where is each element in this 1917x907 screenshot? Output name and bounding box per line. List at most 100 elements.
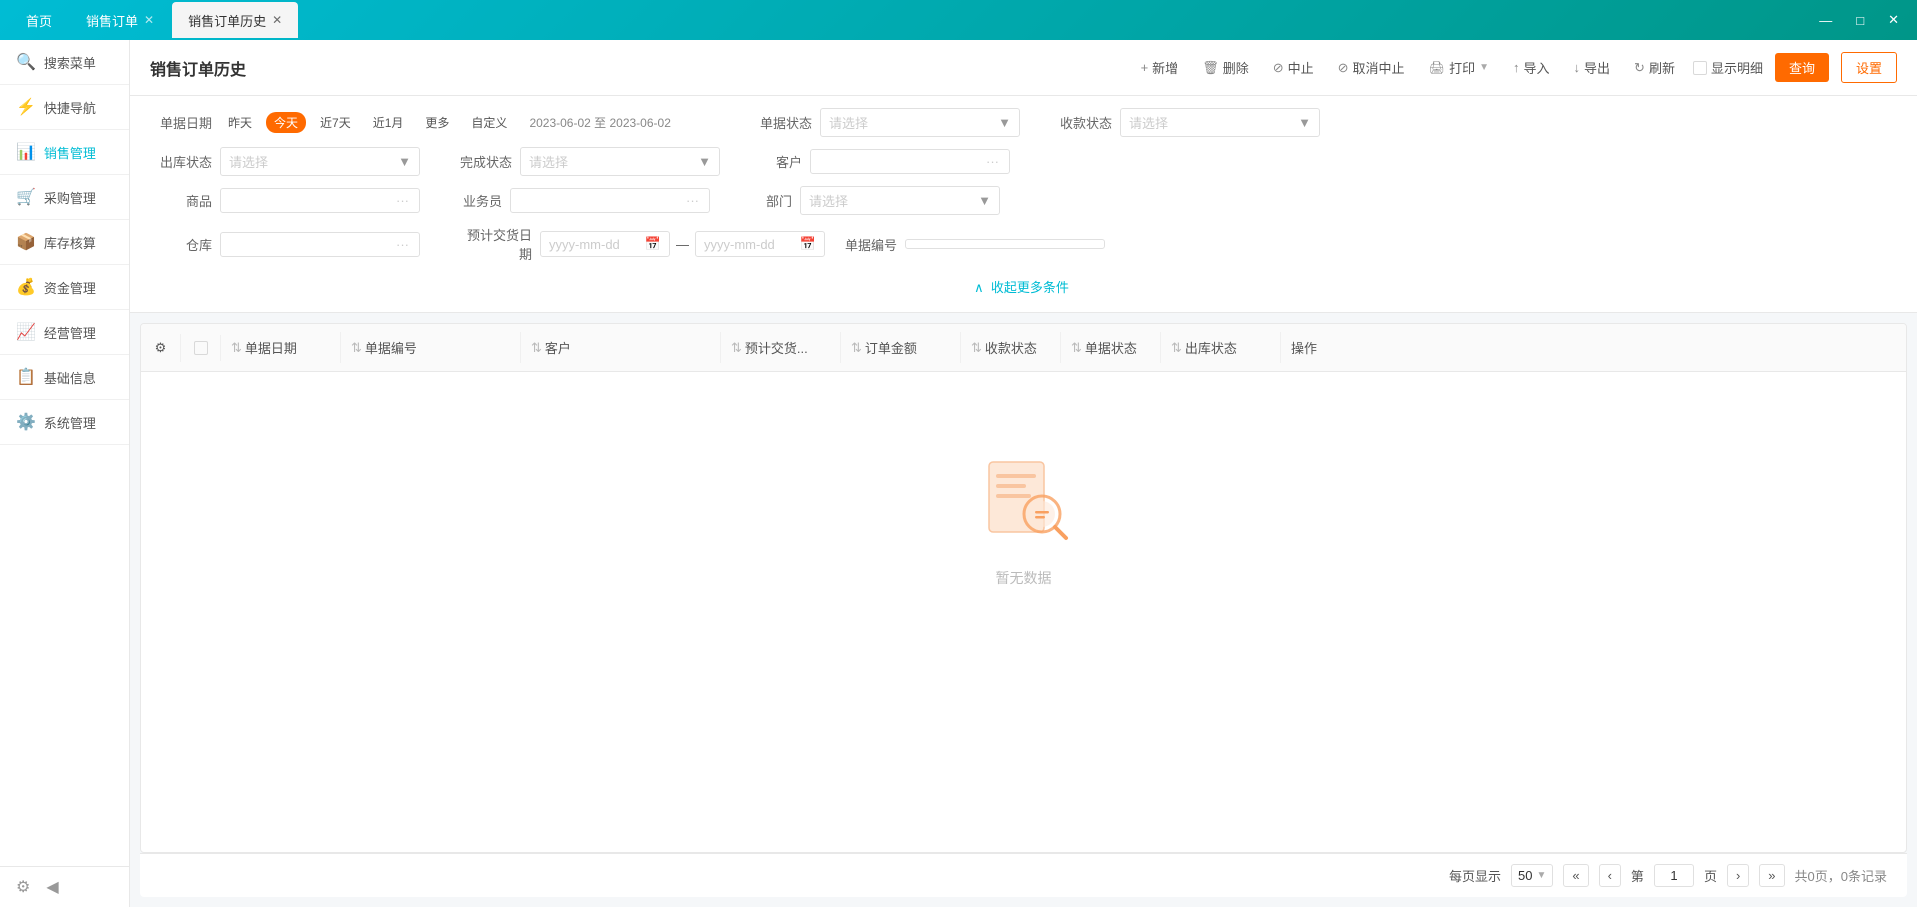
close-icon[interactable]: ✕ xyxy=(144,13,154,27)
tab-sales-order[interactable]: 销售订单 ✕ xyxy=(70,2,170,38)
collapse-icon[interactable]: ◀ xyxy=(46,877,58,897)
tab-home[interactable]: 首页 xyxy=(10,2,68,38)
import-button[interactable]: ↑ 导入 xyxy=(1507,54,1556,81)
sidebar-item-search[interactable]: 🔍 搜索菜单 xyxy=(0,40,129,85)
settings-icon: ⚙ xyxy=(155,340,167,356)
minimize-icon[interactable]: — xyxy=(1811,9,1840,32)
th-number[interactable]: ⇅ 单据编号 xyxy=(341,332,521,363)
pagination-bar: 每页显示 50 ▼ « ‹ 第 页 › » 共0页，0条记录 xyxy=(140,853,1907,897)
complete-status-label: 完成状态 xyxy=(460,152,520,171)
shortcut-yesterday[interactable]: 昨天 xyxy=(220,112,260,133)
sidebar-item-basic-info[interactable]: 📋 基础信息 xyxy=(0,355,129,400)
setting-button[interactable]: 设置 xyxy=(1841,52,1897,83)
settings-icon[interactable]: ⚙ xyxy=(16,877,30,897)
th-check[interactable] xyxy=(181,335,221,361)
refresh-button[interactable]: ↻ 刷新 xyxy=(1628,54,1681,81)
sidebar-item-purchase[interactable]: 🛒 采购管理 xyxy=(0,175,129,220)
customer-label: 客户 xyxy=(760,152,810,171)
chevron-down-icon: ▼ xyxy=(998,115,1011,130)
warehouse-label: 仓库 xyxy=(150,235,220,254)
th-amount[interactable]: ⇅ 订单金额 xyxy=(841,332,961,363)
delivery-date-from[interactable]: yyyy-mm-dd 📅 xyxy=(540,231,670,257)
shortcut-more[interactable]: 更多 xyxy=(417,112,457,133)
import-icon: ↑ xyxy=(1513,60,1520,75)
date-range-display: 2023-06-02 至 2023-06-02 xyxy=(529,114,670,131)
print-button[interactable]: 🖨 打印 ▼ xyxy=(1423,54,1495,81)
goods-label: 商品 xyxy=(150,191,220,210)
department-select[interactable]: 请选择 ▼ xyxy=(800,186,1000,215)
sidebar-item-finance[interactable]: 💰 资金管理 xyxy=(0,265,129,310)
sort-icon: ⇅ xyxy=(531,340,542,356)
complete-status-select[interactable]: 请选择 ▼ xyxy=(520,147,720,176)
th-action: 操作 xyxy=(1281,332,1906,363)
th-customer[interactable]: ⇅ 客户 xyxy=(521,332,721,363)
shortcut-7days[interactable]: 近7天 xyxy=(312,112,359,133)
collapse-bar[interactable]: ∧ 收起更多条件 xyxy=(150,273,1897,300)
select-all-checkbox[interactable] xyxy=(194,341,208,355)
sidebar: 🔍 搜索菜单 ⚡ 快捷导航 📊 销售管理 🛒 采购管理 📦 库存核算 💰 资金管… xyxy=(0,40,130,907)
total-text: 共0页，0条记录 xyxy=(1795,866,1887,885)
top-bar: 首页 销售订单 ✕ 销售订单历史 ✕ — □ ✕ xyxy=(0,0,1917,40)
th-settings[interactable]: ⚙ xyxy=(141,334,181,362)
first-page-button[interactable]: « xyxy=(1563,864,1588,887)
next-page-button[interactable]: › xyxy=(1727,864,1749,887)
delete-icon: 🗑 xyxy=(1202,60,1219,76)
sidebar-item-quicknav[interactable]: ⚡ 快捷导航 xyxy=(0,85,129,130)
calendar-icon[interactable]: 📅 xyxy=(800,236,816,252)
shortcut-1month[interactable]: 近1月 xyxy=(365,112,412,133)
filter-row-1: 单据日期 昨天 今天 近7天 近1月 更多 自定义 2023-06-02 至 2… xyxy=(150,108,1897,137)
calendar-icon[interactable]: 📅 xyxy=(645,236,661,252)
th-status[interactable]: ⇅ 单据状态 xyxy=(1061,332,1161,363)
chevron-down-icon: ▼ xyxy=(1298,115,1311,130)
display-checkbox[interactable] xyxy=(1693,61,1707,75)
cancel-stop-button[interactable]: ⊘ 取消中止 xyxy=(1332,54,1411,81)
outbound-status-label: 出库状态 xyxy=(150,152,220,171)
shortcut-today[interactable]: 今天 xyxy=(266,112,306,133)
add-button[interactable]: + 新增 xyxy=(1135,54,1185,81)
stop-button[interactable]: ⊘ 中止 xyxy=(1267,54,1320,81)
doc-status-label: 单据状态 xyxy=(760,113,820,132)
tab-bar: 首页 销售订单 ✕ 销售订单历史 ✕ xyxy=(10,2,1811,38)
cancel-stop-icon: ⊘ xyxy=(1338,60,1349,76)
salesperson-input[interactable]: ··· xyxy=(510,188,710,213)
th-delivery[interactable]: ⇅ 预计交货... xyxy=(721,332,841,363)
th-outbound[interactable]: ⇅ 出库状态 xyxy=(1161,332,1281,363)
payment-status-select[interactable]: 请选择 ▼ xyxy=(1120,108,1320,137)
th-date[interactable]: ⇅ 单据日期 xyxy=(221,332,341,363)
prev-page-button[interactable]: ‹ xyxy=(1599,864,1621,887)
last-page-button[interactable]: » xyxy=(1759,864,1784,887)
box-icon: 📦 xyxy=(16,232,36,252)
main-layout: 🔍 搜索菜单 ⚡ 快捷导航 📊 销售管理 🛒 采购管理 📦 库存核算 💰 资金管… xyxy=(0,40,1917,907)
query-button[interactable]: 查询 xyxy=(1775,53,1829,82)
close-window-icon[interactable]: ✕ xyxy=(1880,8,1907,32)
page-number-input[interactable] xyxy=(1654,864,1694,887)
goods-input[interactable]: ··· xyxy=(220,188,420,213)
empty-text: 暂无数据 xyxy=(996,568,1052,588)
filter-area: 单据日期 昨天 今天 近7天 近1月 更多 自定义 2023-06-02 至 2… xyxy=(130,96,1917,313)
doc-number-input[interactable] xyxy=(905,239,1105,249)
th-payment[interactable]: ⇅ 收款状态 xyxy=(961,332,1061,363)
sort-icon: ⇅ xyxy=(731,340,742,356)
warehouse-input[interactable]: ··· xyxy=(220,232,420,257)
sidebar-item-operations[interactable]: 📈 经营管理 xyxy=(0,310,129,355)
delivery-date-to[interactable]: yyyy-mm-dd 📅 xyxy=(695,231,825,257)
maximize-icon[interactable]: □ xyxy=(1848,9,1872,32)
money-icon: 💰 xyxy=(16,277,36,297)
date-shortcuts: 昨天 今天 近7天 近1月 更多 自定义 2023-06-02 至 2023-0… xyxy=(220,112,671,133)
delete-button[interactable]: 🗑 删除 xyxy=(1196,54,1255,81)
sidebar-item-inventory[interactable]: 📦 库存核算 xyxy=(0,220,129,265)
page-size-select[interactable]: 50 ▼ xyxy=(1511,864,1553,887)
shortcut-custom[interactable]: 自定义 xyxy=(463,112,515,133)
department-label: 部门 xyxy=(750,191,800,210)
close-icon[interactable]: ✕ xyxy=(272,13,282,27)
doc-status-select[interactable]: 请选择 ▼ xyxy=(820,108,1020,137)
outbound-status-select[interactable]: 请选择 ▼ xyxy=(220,147,420,176)
display-toggle[interactable]: 显示明细 xyxy=(1693,58,1763,77)
sidebar-bottom: ⚙ ◀ xyxy=(0,866,129,907)
sidebar-item-sales[interactable]: 📊 销售管理 xyxy=(0,130,129,175)
sort-icon: ⇅ xyxy=(1171,340,1182,356)
export-button[interactable]: ↓ 导出 xyxy=(1568,54,1617,81)
tab-sales-order-history[interactable]: 销售订单历史 ✕ xyxy=(172,2,298,38)
sidebar-item-system[interactable]: ⚙️ 系统管理 xyxy=(0,400,129,445)
customer-input[interactable]: ··· xyxy=(810,149,1010,174)
